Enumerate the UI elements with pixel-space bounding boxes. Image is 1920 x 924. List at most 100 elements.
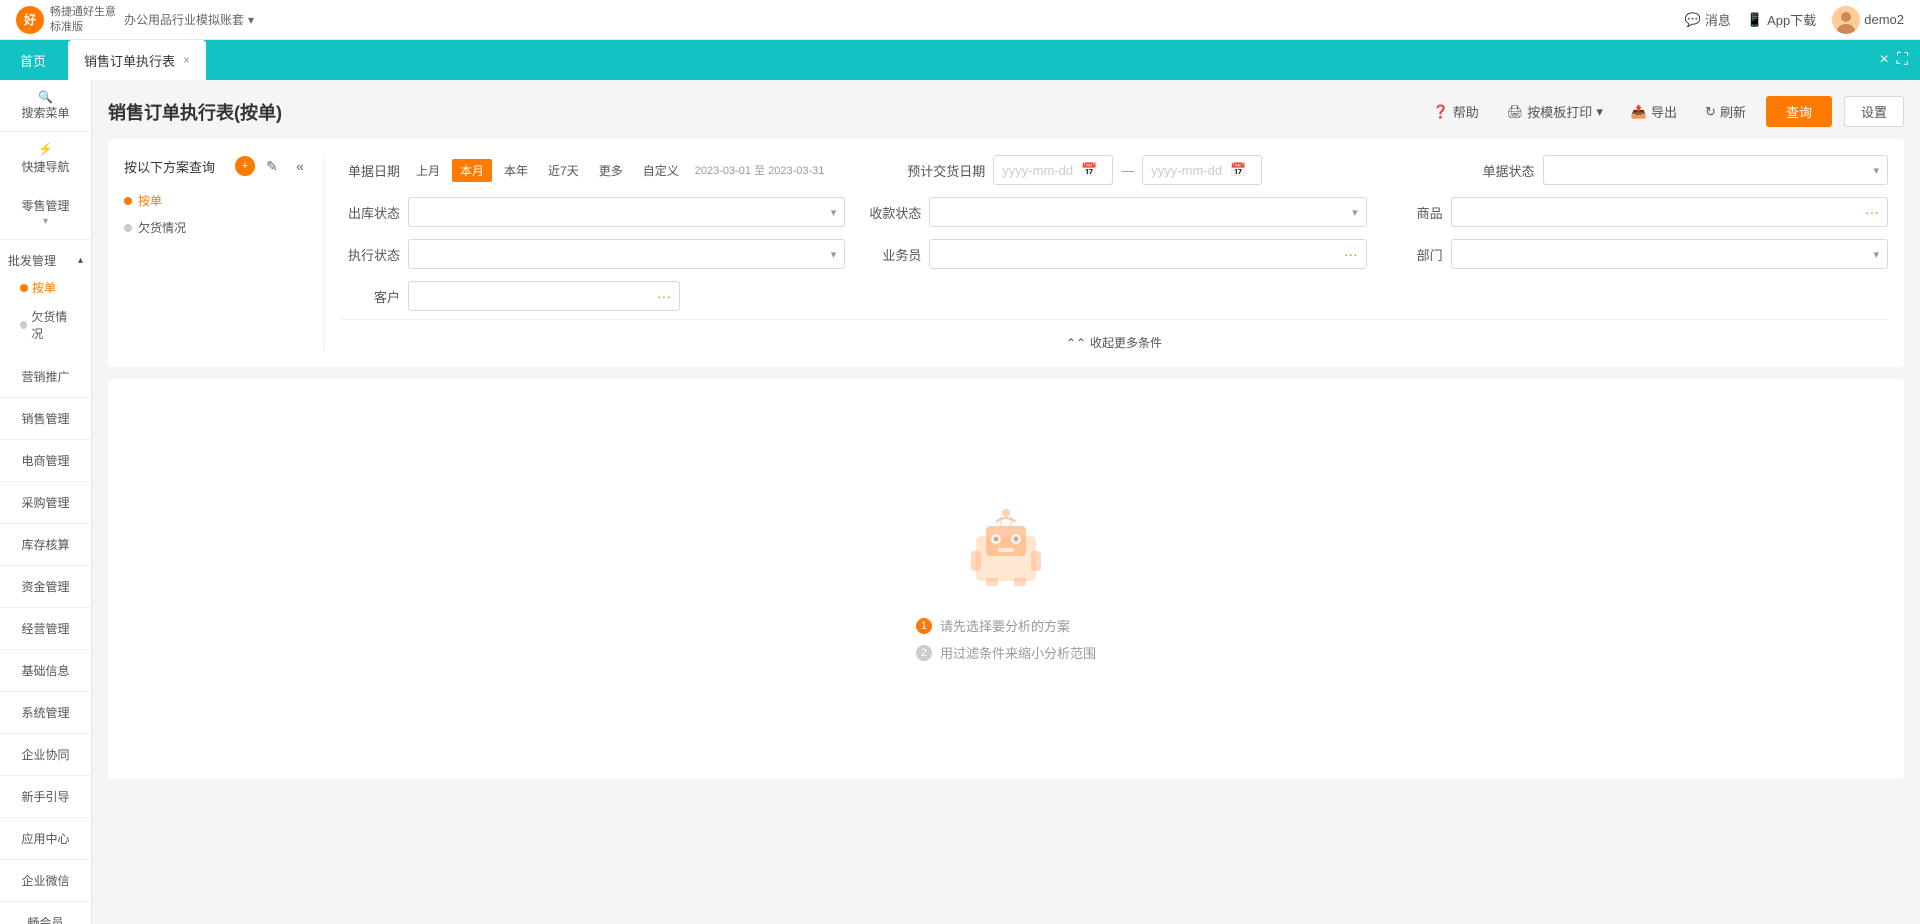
filter-scheme-order[interactable]: 按单 xyxy=(124,187,311,214)
page-header: 销售订单执行表(按单) ❓ 帮助 🖨 按模板打印 ▾ 📤 导出 ↻ 刷新 xyxy=(108,96,1904,127)
exec-arrow-icon: ▾ xyxy=(831,248,837,261)
sidebar-item-ecommerce[interactable]: 电商管理 xyxy=(0,440,91,482)
scheme-overdue-dot-icon xyxy=(124,224,132,232)
tab-fullscreen-btn[interactable]: ⛶ xyxy=(1897,51,1908,69)
filter-group-doc-status: 单据状态 ▾ xyxy=(1475,155,1888,185)
template-print-btn[interactable]: 🖨 按模板打印 ▾ xyxy=(1499,98,1611,125)
date-tab-last7[interactable]: 近7天 xyxy=(540,159,587,182)
app-download-icon: 📱 xyxy=(1747,12,1763,28)
sidebar-item-marketing[interactable]: 营销推广 xyxy=(0,356,91,398)
filter-group-product: 商品 ··· xyxy=(1383,197,1888,227)
filter-panel-content: 按以下方案查询 + ✎ « 按单 欠货情况 xyxy=(124,155,1888,351)
delivery-status-label: 出库状态 xyxy=(340,203,400,222)
sidebar-item-app-center[interactable]: 应用中心 xyxy=(0,818,91,860)
sidebar-item-inventory[interactable]: 库存核算 xyxy=(0,524,91,566)
sidebar-item-retail[interactable]: 零售管理 ▾ xyxy=(0,185,91,240)
expected-date-label: 预计交货日期 xyxy=(907,161,985,180)
edit-scheme-btn[interactable]: ✎ xyxy=(261,155,283,177)
help-icon: ❓ xyxy=(1433,104,1449,120)
empty-tip-2: 2 用过滤条件来缩小分析范围 xyxy=(916,643,1096,662)
tab-home[interactable]: 首页 xyxy=(0,40,66,80)
tip-num-1: 1 xyxy=(916,618,932,634)
filter-group-date: 单据日期 上月 本月 本年 近7天 更多 自定义 2023-03-01 至 20… xyxy=(340,159,891,182)
tab-active[interactable]: 销售订单执行表 × xyxy=(68,40,206,80)
logo-area: 好 畅捷通好生意 标准版 xyxy=(16,5,116,34)
sidebar-item-sales[interactable]: 销售管理 xyxy=(0,398,91,440)
payment-arrow-icon: ▾ xyxy=(1352,206,1358,219)
query-btn[interactable]: 查询 xyxy=(1766,96,1832,127)
sidebar-item-wholesale[interactable]: 批发管理 ▴ xyxy=(8,248,83,273)
logo-text: 畅捷通好生意 标准版 xyxy=(50,5,116,34)
main-layout: 🔍 搜索菜单 ⚡ 快捷导航 零售管理 ▾ 批发管理 ▴ 按单 欠货情况 xyxy=(0,80,1920,924)
payment-status-select[interactable]: ▾ xyxy=(929,197,1366,227)
user-area[interactable]: demo2 xyxy=(1832,6,1904,34)
tab-close-icon[interactable]: × xyxy=(183,53,190,67)
date-tab-this-year[interactable]: 本年 xyxy=(496,159,536,182)
sidebar-item-search[interactable]: 🔍 搜索菜单 xyxy=(0,80,91,132)
salesperson-label: 业务员 xyxy=(861,245,921,264)
doc-status-select[interactable]: ▾ xyxy=(1543,155,1888,185)
breadcrumb[interactable]: 办公用品行业模拟账套 ▾ xyxy=(124,11,254,28)
sidebar-item-newbie[interactable]: 新手引导 xyxy=(0,776,91,818)
avatar xyxy=(1832,6,1860,34)
top-header: 好 畅捷通好生意 标准版 办公用品行业模拟账套 ▾ 💬 消息 📱 App下载 xyxy=(0,0,1920,40)
help-btn[interactable]: ❓ 帮助 xyxy=(1425,98,1487,125)
delivery-arrow-icon: ▾ xyxy=(831,206,837,219)
message-btn[interactable]: 💬 消息 xyxy=(1685,10,1731,29)
refresh-btn[interactable]: ↻ 刷新 xyxy=(1697,98,1754,125)
filter-divider xyxy=(340,319,1888,320)
date-tab-more[interactable]: 更多 xyxy=(591,159,631,182)
product-select[interactable]: ··· xyxy=(1451,197,1888,227)
filter-scheme-panel: 按以下方案查询 + ✎ « 按单 欠货情况 xyxy=(124,155,324,351)
sidebar-item-system[interactable]: 系统管理 xyxy=(0,692,91,734)
sidebar-item-enterprise-collab[interactable]: 企业协同 xyxy=(0,734,91,776)
filter-row-4: 客户 ··· xyxy=(340,281,1888,311)
filter-row-2: 出库状态 ▾ 收款状态 ▾ xyxy=(340,197,1888,227)
retail-arrow-icon: ▾ xyxy=(43,216,48,227)
sidebar-item-basic-info[interactable]: 基础信息 xyxy=(0,650,91,692)
tab-close-window-btn[interactable]: × xyxy=(1879,51,1888,69)
department-label: 部门 xyxy=(1383,245,1443,264)
customer-select[interactable]: ··· xyxy=(408,281,680,311)
doc-status-label: 单据状态 xyxy=(1475,161,1535,180)
tab-bar-actions: × ⛶ xyxy=(1879,51,1920,69)
sidebar-sub-item-order[interactable]: 按单 xyxy=(8,273,83,302)
app-download-btn[interactable]: 📱 App下载 xyxy=(1747,10,1816,29)
empty-tips: 1 请先选择要分析的方案 2 用过滤条件来缩小分析范围 xyxy=(916,616,1096,662)
delivery-status-select[interactable]: ▾ xyxy=(408,197,845,227)
sidebar-item-purchase[interactable]: 采购管理 xyxy=(0,482,91,524)
filter-scheme-overdue[interactable]: 欠货情况 xyxy=(124,214,311,241)
exec-status-select[interactable]: ▾ xyxy=(408,239,845,269)
sidebar-item-quick-nav[interactable]: ⚡ 快捷导航 xyxy=(0,132,91,185)
date-placeholder-1: yyyy-mm-dd xyxy=(1002,163,1073,178)
expected-date-end-input[interactable]: yyyy-mm-dd 📅 xyxy=(1142,155,1262,185)
filter-group-customer: 客户 ··· xyxy=(340,281,680,311)
filter-row-1: 单据日期 上月 本月 本年 近7天 更多 自定义 2023-03-01 至 20… xyxy=(340,155,1888,185)
message-icon: 💬 xyxy=(1685,12,1701,28)
sidebar-item-finance[interactable]: 资金管理 xyxy=(0,566,91,608)
export-icon: 📤 xyxy=(1631,104,1647,120)
sidebar-item-enterprise-wechat[interactable]: 企业微信 xyxy=(0,860,91,902)
collapse-scheme-btn[interactable]: « xyxy=(289,155,311,177)
payment-status-label: 收款状态 xyxy=(861,203,921,222)
sidebar-item-operations[interactable]: 经营管理 xyxy=(0,608,91,650)
settings-btn[interactable]: 设置 xyxy=(1844,96,1904,127)
date-range-sep: — xyxy=(1121,163,1134,178)
date-tab-last-month[interactable]: 上月 xyxy=(408,159,448,182)
add-scheme-btn[interactable]: + xyxy=(235,156,255,176)
filter-conditions: 单据日期 上月 本月 本年 近7天 更多 自定义 2023-03-01 至 20… xyxy=(324,155,1888,351)
date-tab-this-month[interactable]: 本月 xyxy=(452,159,492,182)
empty-state: 1 请先选择要分析的方案 2 用过滤条件来缩小分析范围 xyxy=(916,416,1096,742)
collapse-btn[interactable]: ⌃⌃ 收起更多条件 xyxy=(340,328,1888,351)
customer-dots-icon: ··· xyxy=(657,288,671,304)
department-select[interactable]: ▾ xyxy=(1451,239,1888,269)
date-tabs: 上月 本月 本年 近7天 更多 自定义 xyxy=(408,159,687,182)
date-tab-custom[interactable]: 自定义 xyxy=(635,159,687,182)
filter-group-expected-date: 预计交货日期 yyyy-mm-dd 📅 — yyyy-mm-dd 📅 xyxy=(907,155,1458,185)
expected-date-start-input[interactable]: yyyy-mm-dd 📅 xyxy=(993,155,1113,185)
salesperson-select[interactable]: ··· xyxy=(929,239,1366,269)
export-btn[interactable]: 📤 导出 xyxy=(1623,98,1685,125)
sidebar-sub-item-overdue[interactable]: 欠货情况 xyxy=(8,302,83,348)
exec-status-label: 执行状态 xyxy=(340,245,400,264)
sidebar-item-member[interactable]: 畅会员 xyxy=(0,902,91,924)
